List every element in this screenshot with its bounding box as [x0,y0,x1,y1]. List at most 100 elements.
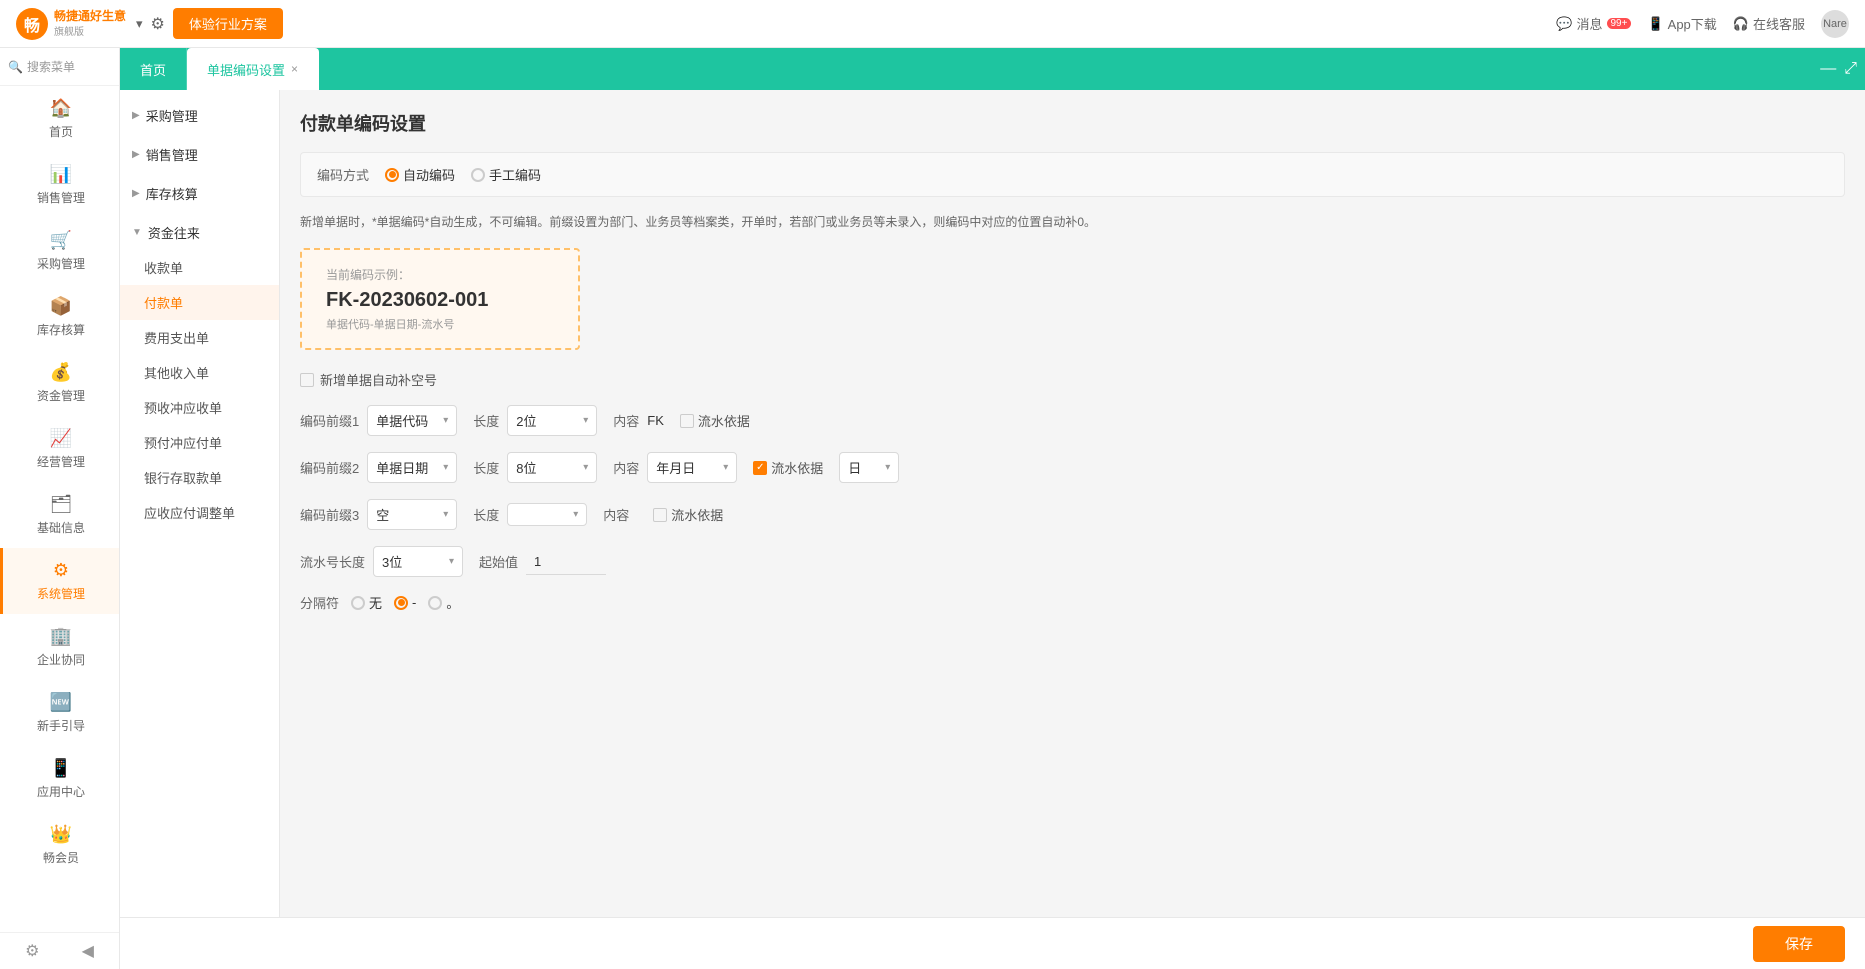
sidebar-item-member[interactable]: 👑 畅会员 [0,812,119,878]
separator-row: 分隔符 无 - 。 [300,593,1845,612]
user-avatar[interactable]: Nare [1821,10,1849,38]
sidebar-item-system[interactable]: ⚙ 系统管理 [0,548,119,614]
content3-label: 内容 [603,505,629,524]
sidebar-item-guide[interactable]: 🆕 新手引导 [0,680,119,746]
auto-radio-circle [385,168,399,182]
content2-value: 年月日 [656,458,695,477]
section-capital-header[interactable]: ▼ 资金往来 [120,215,279,250]
prefix1-select[interactable]: 单据代码 ▾ [367,405,457,436]
auto-fill-checkbox[interactable] [300,373,314,387]
dropdown-arrow-icon[interactable]: ▾ [136,16,143,32]
sidebar-item-inventory-label: 库存核算 [37,321,85,338]
prefix1-row: 编码前缀1 单据代码 ▾ 长度 2位 ▾ 内容 [300,405,1845,436]
sidebar-item-receipt[interactable]: 收款单 [120,250,279,285]
sidebar-item-basic-label: 基础信息 [37,519,85,536]
sidebar-item-sales[interactable]: 📊 销售管理 [0,152,119,218]
sidebar-item-advance-payable[interactable]: 预付冲应付单 [120,425,279,460]
waterflow1-item[interactable]: 流水依据 [680,411,750,430]
trial-button[interactable]: 体验行业方案 [173,8,283,39]
manual-encoding-radio[interactable]: 手工编码 [471,165,541,184]
sidebar-item-operation[interactable]: 📈 经营管理 [0,416,119,482]
main-area: 首页 单据编码设置 × — ⤢ ▶ 采购管理 [120,48,1865,969]
sep-dash-radio[interactable]: - [394,595,416,610]
sidebar-item-enterprise[interactable]: 🏢 企业协同 [0,614,119,680]
app-download-button[interactable]: 📱 App下载 [1647,14,1716,33]
length3-arrow-icon: ▾ [573,509,578,520]
guide-icon: 🆕 [50,692,72,713]
sidebar-item-home[interactable]: 🏠 首页 [0,86,119,152]
section-sales-header[interactable]: ▶ 销售管理 [120,137,279,172]
sidebar-settings-icon[interactable]: ⚙ [25,941,39,961]
waterflow2-period-select[interactable]: 日 ▾ [839,452,899,483]
content2-label: 内容 [613,458,639,477]
serial-length-arrow-icon: ▾ [449,556,454,567]
auto-fill-label: 新增单据自动补空号 [320,370,437,389]
length2-label: 长度 [473,458,499,477]
waterflow3-checkbox[interactable] [653,508,667,522]
prefix3-select[interactable]: 空 ▾ [367,499,457,530]
start-value-input[interactable] [526,549,606,575]
sidebar-collapse-icon[interactable]: ◀ [82,941,94,961]
expand-icon-inventory: ▶ [132,188,140,199]
system-icon: ⚙ [53,560,69,581]
window-maximize-icon[interactable]: ⤢ [1844,60,1857,78]
settings-icon[interactable]: ⚙ [151,14,165,34]
tab-home[interactable]: 首页 [120,48,187,90]
sidebar-item-other-income[interactable]: 其他收入单 [120,355,279,390]
sidebar-item-enterprise-label: 企业协同 [37,651,85,668]
sidebar-item-bank-deposit[interactable]: 银行存取款单 [120,460,279,495]
sidebar-item-basic[interactable]: 🗂 基础信息 [0,482,119,548]
sidebar-item-payment[interactable]: 付款单 [120,285,279,320]
sep-none-radio[interactable]: 无 [351,593,382,612]
online-service-button[interactable]: 🎧 在线客服 [1733,14,1805,33]
sidebar-item-adjustment[interactable]: 应收应付调整单 [120,495,279,530]
waterflow1-checkbox[interactable] [680,414,694,428]
start-value-field: 起始值 [479,549,606,575]
sidebar-item-finance[interactable]: 💰 资金管理 [0,350,119,416]
sidebar-item-purchase[interactable]: 🛒 采购管理 [0,218,119,284]
prefix3-field: 编码前缀3 空 ▾ [300,499,457,530]
prefix2-row: 编码前缀2 单据日期 ▾ 长度 8位 ▾ 内容 [300,452,1845,483]
serial-length-select[interactable]: 3位 ▾ [373,546,463,577]
window-minimize-icon[interactable]: — [1820,60,1836,78]
message-button[interactable]: 💬 消息 99+ [1556,14,1631,33]
content2-select[interactable]: 年月日 ▾ [647,452,737,483]
length1-select[interactable]: 2位 ▾ [507,405,597,436]
waterflow3-item[interactable]: 流水依据 [653,505,723,524]
sep-dot-radio[interactable]: 。 [428,593,459,612]
prefix2-select[interactable]: 单据日期 ▾ [367,452,457,483]
auto-encoding-radio[interactable]: 自动编码 [385,165,455,184]
code-preview-sub: 单据代码-单据日期-流水号 [326,316,554,332]
sep-dash-label: - [412,595,416,610]
section-inventory-header[interactable]: ▶ 库存核算 [120,176,279,211]
expand-icon-purchase: ▶ [132,110,140,121]
content2-field: 内容 年月日 ▾ [613,452,737,483]
sidebar-item-operation-label: 经营管理 [37,453,85,470]
second-sidebar: ▶ 采购管理 ▶ 销售管理 ▶ 库存核算 [120,90,280,917]
section-purchase-header[interactable]: ▶ 采购管理 [120,98,279,133]
basic-icon: 🗂 [50,494,73,515]
search-icon: 🔍 [8,60,23,74]
sidebar-item-advance-receivable[interactable]: 预收冲应收单 [120,390,279,425]
length2-field: 长度 8位 ▾ [473,452,597,483]
logo-sub: 旗舰版 [54,23,126,38]
waterflow2-checkbox[interactable]: ✓ [753,461,767,475]
sidebar-item-expense[interactable]: 费用支出单 [120,320,279,355]
sidebar-item-apps[interactable]: 📱 应用中心 [0,746,119,812]
sidebar-item-purchase-label: 采购管理 [37,255,85,272]
sidebar-item-inventory[interactable]: 📦 库存核算 [0,284,119,350]
sidebar-search[interactable]: 🔍 搜索菜单 [0,48,119,86]
waterflow2-item[interactable]: ✓ 流水依据 [753,458,823,477]
length3-select[interactable]: ▾ [507,503,587,526]
two-column-layout: ▶ 采购管理 ▶ 销售管理 ▶ 库存核算 [120,90,1865,917]
prefix1-value: 单据代码 [376,411,428,430]
length2-select[interactable]: 8位 ▾ [507,452,597,483]
top-bar: 畅 畅捷通好生意 旗舰版 ▾ ⚙ 体验行业方案 💬 消息 99+ 📱 App下载… [0,0,1865,48]
tab-close-icon[interactable]: × [291,62,298,76]
section-sales: ▶ 销售管理 [120,137,279,172]
content1-label: 内容 [613,411,639,430]
section-sales-label: 销售管理 [146,145,198,164]
tab-encoding-settings[interactable]: 单据编码设置 × [187,48,319,90]
section-capital-label: 资金往来 [148,223,200,242]
save-button[interactable]: 保存 [1753,926,1845,962]
